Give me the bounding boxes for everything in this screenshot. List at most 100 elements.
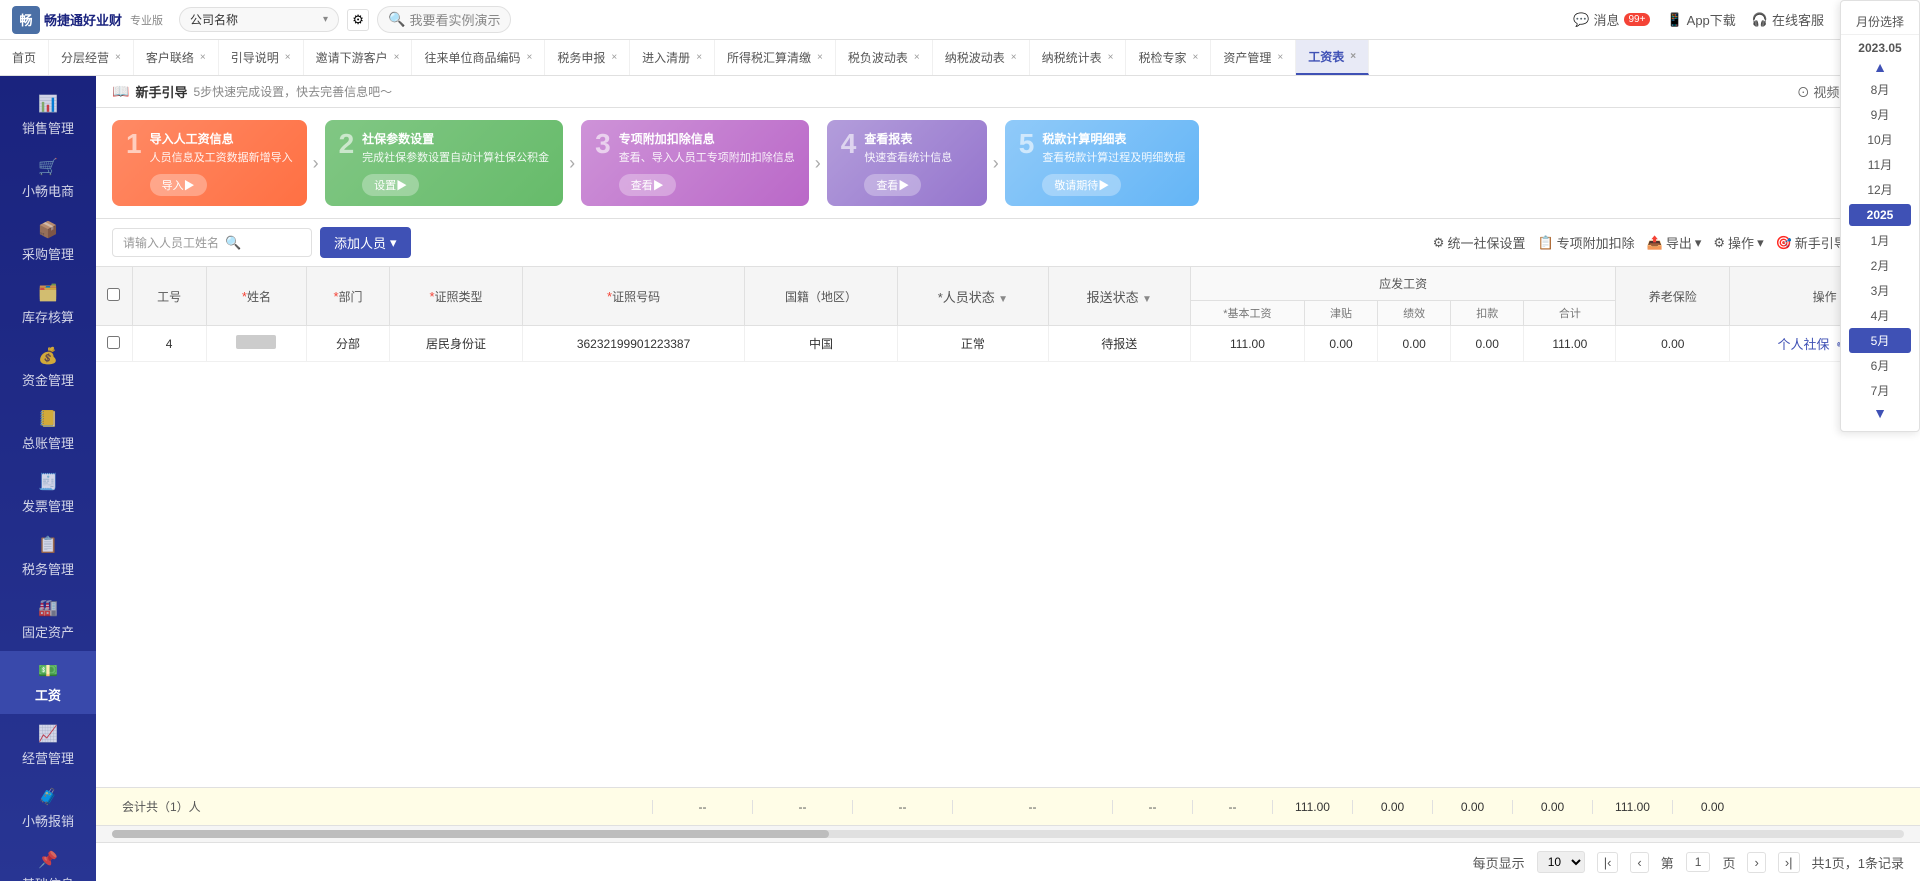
month-nav-down: ▼ <box>1841 403 1919 423</box>
month-nav-down-btn[interactable]: ▼ <box>1873 405 1887 421</box>
col-country: 国籍（地区） <box>744 267 897 326</box>
month-6[interactable]: 6月 <box>1841 353 1919 378</box>
sidebar-label: 库存核算 <box>22 307 74 326</box>
close-icon[interactable]: × <box>526 52 532 63</box>
tab-fengjingjing[interactable]: 分层经营 × <box>49 40 134 75</box>
page-prev-btn[interactable]: ‹ <box>1630 852 1648 873</box>
sidebar-item-xc-sales[interactable]: 🧳 小畅报销 <box>0 777 96 840</box>
close-icon[interactable]: × <box>1277 52 1283 63</box>
tab-suode[interactable]: 所得税汇算清缴 × <box>715 40 836 75</box>
tab-salary[interactable]: 工资表 × <box>1296 40 1369 75</box>
sidebar-item-assets-fixed[interactable]: 🏭 固定资产 <box>0 588 96 651</box>
step-4-btn[interactable]: 查看▶ <box>864 174 921 196</box>
month-12[interactable]: 12月 <box>1841 177 1919 202</box>
sidebar-item-inventory[interactable]: 🗂️ 库存核算 <box>0 273 96 336</box>
close-icon[interactable]: × <box>914 52 920 63</box>
month-7[interactable]: 7月 <box>1841 378 1919 403</box>
employee-search[interactable]: 请输入人员工姓名 🔍 <box>112 228 312 257</box>
tab-assets[interactable]: 资产管理 × <box>1211 40 1296 75</box>
cell-country: 中国 <box>744 326 897 362</box>
close-icon[interactable]: × <box>1108 52 1114 63</box>
close-icon[interactable]: × <box>200 52 206 63</box>
month-2[interactable]: 2月 <box>1841 253 1919 278</box>
row-checkbox[interactable] <box>107 336 120 349</box>
select-all-checkbox[interactable] <box>107 288 120 301</box>
cell-pension: 0.00 <box>1616 326 1730 362</box>
tab-kehu[interactable]: 客户联络 × <box>134 40 219 75</box>
close-icon[interactable]: × <box>1011 52 1017 63</box>
page-first-btn[interactable]: |‹ <box>1597 852 1619 873</box>
page-next-btn[interactable]: › <box>1747 852 1765 873</box>
step-2-btn[interactable]: 设置▶ <box>362 174 419 196</box>
close-icon[interactable]: × <box>285 52 291 63</box>
video-btn[interactable]: ⊙ 视频 <box>1797 82 1840 101</box>
close-icon[interactable]: × <box>1192 52 1198 63</box>
add-person-btn[interactable]: 添加人员 ▾ <box>320 227 411 258</box>
close-icon[interactable]: × <box>115 52 121 63</box>
month-9[interactable]: 9月 <box>1841 102 1919 127</box>
xc-sales-icon: 🧳 <box>38 787 58 807</box>
sidebar-label: 固定资产 <box>22 622 74 641</box>
report-filter-icon[interactable]: ▼ <box>1142 294 1152 305</box>
special-deduct-btn[interactable]: 📋 专项附加扣除 <box>1537 233 1634 252</box>
close-icon[interactable]: × <box>817 52 823 63</box>
sidebar-item-ledger[interactable]: 📒 总账管理 <box>0 399 96 462</box>
tab-yaoqing[interactable]: 邀请下游客户 × <box>304 40 413 75</box>
new-guide-btn[interactable]: 🎯 新手引导 <box>1776 233 1847 252</box>
status-filter-icon[interactable]: ▼ <box>998 294 1008 305</box>
personal-social-btn[interactable]: 个人社保 <box>1778 337 1830 352</box>
month-5[interactable]: 5月 <box>1849 328 1911 353</box>
sidebar-item-ecommerce[interactable]: 🛒 小畅电商 <box>0 147 96 210</box>
scrollbar-thumb[interactable] <box>112 830 829 838</box>
sidebar-item-purchase[interactable]: 📦 采购管理 <box>0 210 96 273</box>
close-icon-salary[interactable]: × <box>1350 51 1356 62</box>
scrollbar-track[interactable] <box>112 830 1904 838</box>
operation-btn[interactable]: ⚙ 操作 ▾ <box>1713 233 1763 252</box>
tab-shuifu[interactable]: 税负波动表 × <box>836 40 933 75</box>
month-10[interactable]: 10月 <box>1841 127 1919 152</box>
month-4[interactable]: 4月 <box>1841 303 1919 328</box>
settings-icon[interactable]: ⚙ <box>347 9 369 31</box>
sidebar-item-salary[interactable]: 💵 工资 <box>0 651 96 714</box>
sidebar-item-tax[interactable]: 📋 税务管理 <box>0 525 96 588</box>
tab-yindao[interactable]: 引导说明 × <box>219 40 304 75</box>
sidebar-item-basic[interactable]: 📌 基础信息 <box>0 840 96 881</box>
summary-status: -- <box>1192 800 1272 814</box>
month-11[interactable]: 11月 <box>1841 152 1919 177</box>
month-1[interactable]: 1月 <box>1841 228 1919 253</box>
tab-shuijian[interactable]: 税检专家 × <box>1126 40 1211 75</box>
page-label: 第 <box>1661 853 1674 872</box>
month-3[interactable]: 3月 <box>1841 278 1919 303</box>
close-icon[interactable]: × <box>394 52 400 63</box>
step-1-btn[interactable]: 导入▶ <box>150 174 207 196</box>
tab-qingce[interactable]: 进入清册 × <box>630 40 715 75</box>
tab-wanglai[interactable]: 往来单位商品编码 × <box>412 40 545 75</box>
tab-納税[interactable]: 纳税波动表 × <box>933 40 1030 75</box>
month-8[interactable]: 8月 <box>1841 77 1919 102</box>
demo-search[interactable]: 🔍 我要看实例演示 <box>377 6 511 33</box>
table-container: 工号 *姓名 *部门 *证照类型 *证照号码 国籍（地区） *人员状态 ▼ 报送… <box>96 267 1920 787</box>
export-btn[interactable]: 📤 导出 ▾ <box>1647 233 1702 252</box>
sidebar-item-invoice[interactable]: 🧾 发票管理 <box>0 462 96 525</box>
close-icon[interactable]: × <box>611 52 617 63</box>
sidebar-item-finance[interactable]: 💰 资金管理 <box>0 336 96 399</box>
step-5-btn[interactable]: 敬请期待▶ <box>1042 174 1121 196</box>
close-icon[interactable]: × <box>696 52 702 63</box>
sidebar-item-sales[interactable]: 📊 销售管理 <box>0 84 96 147</box>
tab-shuiwu[interactable]: 税务申报 × <box>545 40 630 75</box>
finance-icon: 💰 <box>38 346 58 366</box>
page-last-btn[interactable]: ›| <box>1778 852 1800 873</box>
per-page-select[interactable]: 10 20 50 <box>1537 851 1585 873</box>
step-3-btn[interactable]: 查看▶ <box>619 174 676 196</box>
unified-setting-btn[interactable]: ⚙ 统一社保设置 <box>1433 233 1526 252</box>
online-service-btn[interactable]: 🎧 在线客服 <box>1752 10 1824 29</box>
message-btn[interactable]: 💬 消息 99+ <box>1573 10 1650 29</box>
search-icon[interactable]: 🔍 <box>225 235 241 251</box>
pagination: 每页显示 10 20 50 |‹ ‹ 第 1 页 › ›| 共1页，1条记录 <box>96 842 1920 881</box>
tab-naji[interactable]: 纳税统计表 × <box>1030 40 1127 75</box>
sidebar-item-operation[interactable]: 📈 经营管理 <box>0 714 96 777</box>
step-5: 5 税款计算明细表 查看税款计算过程及明细数据 敬请期待▶ <box>1005 120 1200 206</box>
app-download-btn[interactable]: 📱 App下载 <box>1666 10 1735 29</box>
tab-home[interactable]: 首页 <box>0 40 49 75</box>
company-selector[interactable]: 公司名称 ▾ <box>179 7 339 32</box>
